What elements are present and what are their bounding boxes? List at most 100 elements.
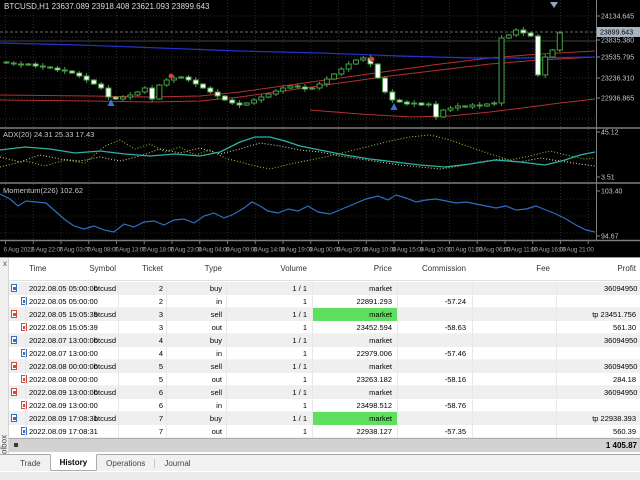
history-row-deal[interactable]: 2022.08.09 17:08:31 7 out 1 22938.127 -57.35 5… [9,425,640,438]
cell-ticket: 7 [158,427,163,436]
history-row-deal[interactable]: 2022.08.05 15:05:39 3 out 1 23452.594 -58.63 5… [9,321,640,334]
column-header-volume[interactable]: Volume [280,264,307,273]
sell-deal-icon [11,362,17,370]
tab-history[interactable]: History [49,454,98,471]
column-header-commission[interactable]: Commission [422,264,466,273]
cell-volume: 1 [302,401,307,410]
time-tick-label: 6 Aug 2022 [4,247,35,254]
cell-type: buy [209,284,222,293]
column-separator [226,282,227,438]
candle-body [69,70,76,74]
candle-body [454,105,461,109]
history-row-order[interactable]: 2022.08.09 17:08:31 btcusd 7 buy 1 / 1 market… [9,412,640,425]
tab-trade[interactable]: Trade [11,455,50,471]
cell-type: in [216,401,222,410]
candle-body [556,32,563,51]
chart-canvas[interactable]: 24134.645 23835.380 23535.795 23236.310 2293… [0,0,640,257]
candle-body [433,103,440,118]
cell-price: 22938.127 [356,427,392,436]
cell-time: 2022.08.07 13:00:00 [29,349,98,358]
cell-type: out [211,375,222,384]
buy-deal-icon [21,427,27,435]
column-header-fee[interactable]: Fee [536,264,550,273]
column-header-symbol[interactable]: Symbol [89,264,116,273]
cell-volume: 1 [302,297,307,306]
candle-body [549,49,556,58]
column-separator [25,282,26,438]
tab-journal[interactable]: Journal [155,455,199,471]
cell-type: sell [210,310,222,319]
candle-body [90,79,97,85]
sell-deal-icon [21,375,27,383]
candle-body [54,67,61,71]
momentum-scale-label: 94.67 [601,234,619,241]
history-row-order[interactable]: 2022.08.05 15:05:39 btcusd 3 sell 1 / 1 marke… [9,308,640,321]
column-separator [312,282,313,438]
column-header-profit[interactable]: Profit [617,264,636,273]
candle-body [287,85,294,89]
adx-indicator-label: ADX(20) 24.31 25.33 17.43 [3,130,95,139]
candle-body [505,34,512,39]
candle-body [112,96,119,100]
cell-ticket: 6 [158,388,163,397]
column-header-type[interactable]: Type [205,264,222,273]
momentum-scale-label: 103.40 [601,189,623,196]
cell-time: 2022.08.09 17:08:31 [29,427,98,436]
history-table-header[interactable]: Time Symbol Ticket Type Volume Price Commissio… [9,258,640,281]
tab-operations[interactable]: Operations [97,455,154,471]
cell-time: 2022.08.08 00:00:00 [29,362,98,371]
chart-region[interactable]: 24134.645 23835.380 23535.795 23236.310 2293… [0,0,640,257]
cell-price: market [369,362,392,371]
time-axis[interactable]: 6 Aug 20226 Aug 22:007 Aug 03:007 Aug 08… [4,241,595,254]
sell-dot-icon [168,73,174,79]
history-row-order[interactable]: 2022.08.08 00:00:00 btcusd 5 sell 1 / 1 marke… [9,360,640,373]
cell-profit: tp 22938.393 [592,414,636,423]
cell-volume: 1 / 1 [292,310,307,319]
column-header-ticket[interactable]: Ticket [142,264,163,273]
candle-body [483,103,490,107]
history-row-order[interactable]: 2022.08.05 05:00:00 btcusd 2 buy 1 / 1 market… [9,282,640,295]
cell-time: 2022.08.05 05:00:00 [29,297,98,306]
candle-body [39,65,46,68]
candle-body [469,104,476,108]
candle-body [534,35,541,76]
history-row-order[interactable]: 2022.08.09 13:00:00 btcusd 6 sell 1 / 1 marke… [9,386,640,399]
total-profit: 1 405.87 [605,441,637,450]
candle-body [214,91,221,97]
chart-ohlc-title: BTCUSD,H1 23637.089 23918.408 23621.093 … [4,2,210,11]
close-icon[interactable]: x [1,260,9,268]
cell-type: buy [209,336,222,345]
cell-volume: 1 [302,427,307,436]
history-row-deal[interactable]: 2022.08.05 05:00:00 2 in 1 22891.293 -57.24 [9,295,640,308]
cell-price: market [369,388,392,397]
history-row-deal[interactable]: 2022.08.08 00:00:00 5 out 1 23263.182 -58.16 2… [9,373,640,386]
cell-profit: tp 23451.756 [592,310,636,319]
candle-body [3,61,10,64]
candle-body [229,99,236,104]
candle-body [18,63,25,66]
price-tick-label: 23236.310 [601,76,634,83]
cell-ticket: 2 [158,297,163,306]
cell-profit: 560.39 [613,427,636,436]
column-header-time[interactable]: Time [29,264,46,273]
history-row-order[interactable]: 2022.08.07 13:00:00 btcusd 4 buy 1 / 1 market… [9,334,640,347]
price-scale[interactable]: 24134.645 23835.380 23535.795 23236.310 2293… [596,14,640,241]
history-row-deal[interactable]: 2022.08.09 13:00:00 6 in 1 23498.512 -58.76 [9,399,640,412]
cell-symbol: btcusd [93,310,116,319]
candle-body [403,101,410,105]
candle-body [294,85,301,88]
cell-commission: -57.46 [444,349,466,358]
cell-price: 23498.512 [356,401,392,410]
candle-body [527,32,534,37]
history-row-deal[interactable]: 2022.08.07 13:00:00 4 in 1 22979.006 -57.46 [9,347,640,360]
cell-ticket: 4 [158,336,163,345]
candle-body [316,83,323,89]
column-header-price[interactable]: Price [374,264,392,273]
cell-price: 23263.182 [356,375,392,384]
candle-body [309,87,316,90]
cell-commission: -58.16 [444,375,466,384]
cell-volume: 1 [302,349,307,358]
buy-deal-icon [11,284,17,292]
pane-separators [0,0,640,242]
cell-time: 2022.08.05 15:05:39 [29,323,98,332]
